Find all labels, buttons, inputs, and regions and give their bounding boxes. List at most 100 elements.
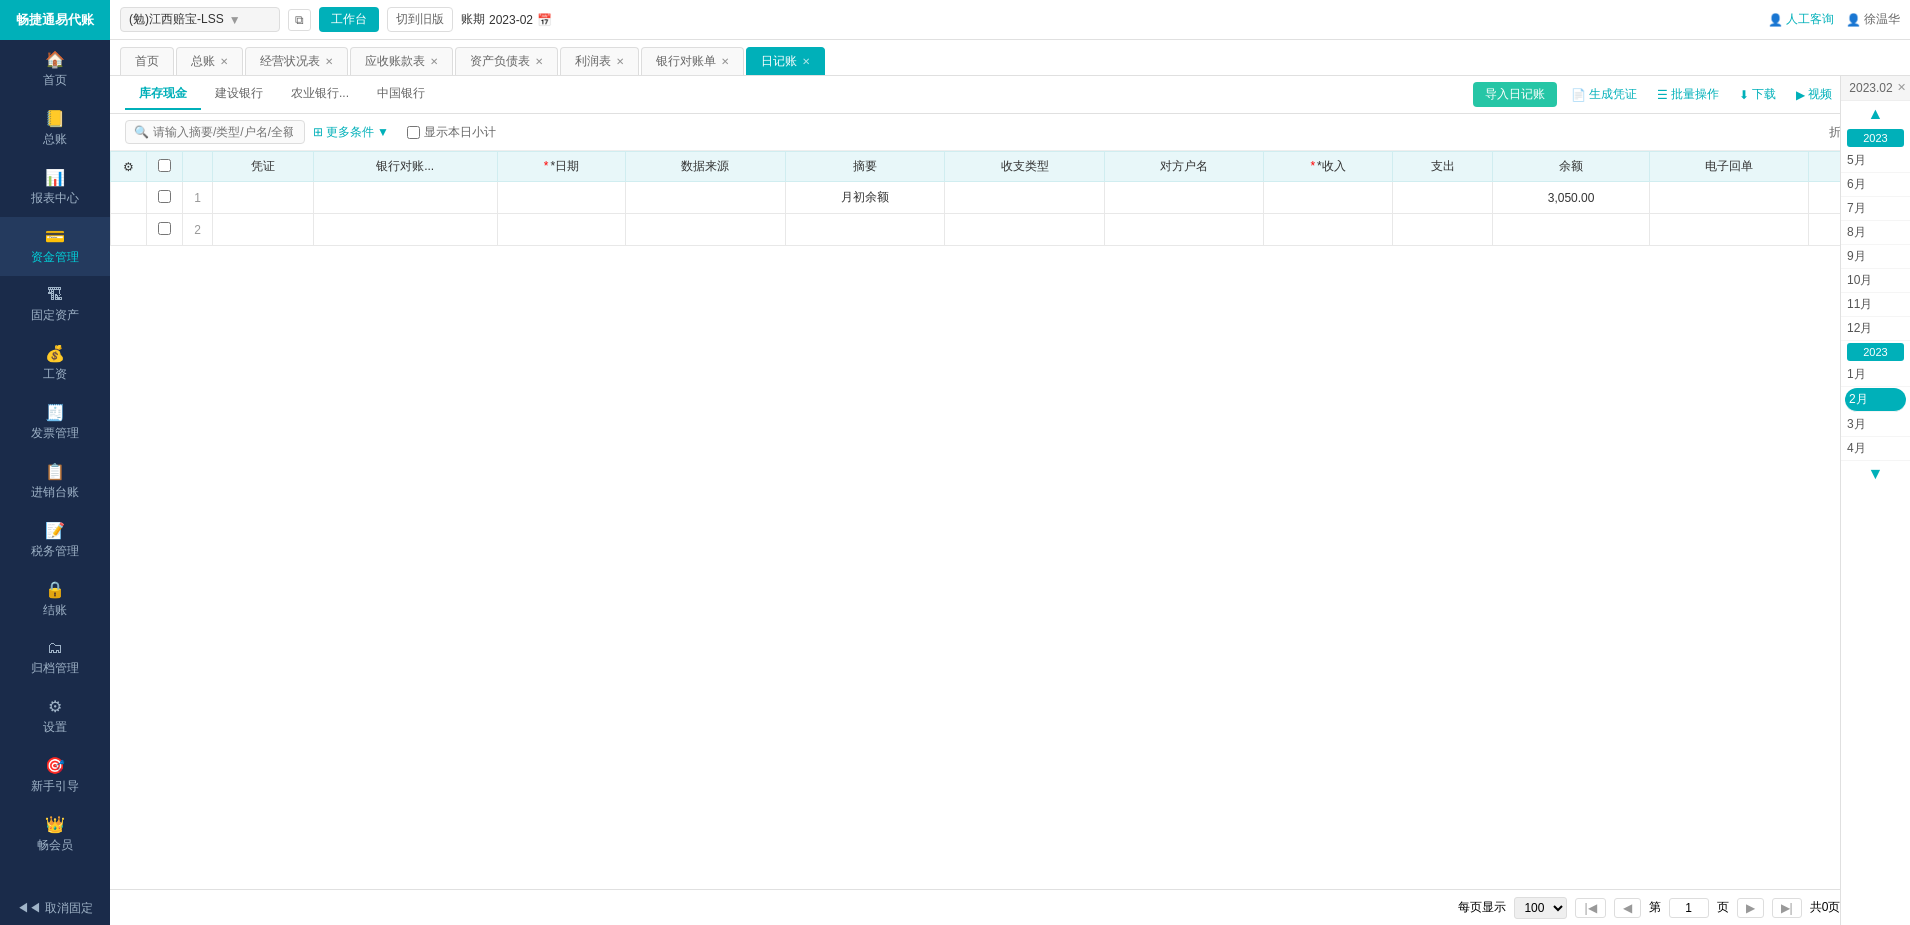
date-month-2-active[interactable]: 2月 xyxy=(1845,388,1906,412)
date-month-1[interactable]: 1月 xyxy=(1841,363,1910,387)
sub-tab-agricultural-bank[interactable]: 农业银行... xyxy=(277,79,363,110)
td-settings-1 xyxy=(111,182,147,214)
sub-tab-china-bank[interactable]: 中国银行 xyxy=(363,79,439,110)
tab-ledger-close[interactable]: ✕ xyxy=(220,56,228,67)
copy-company-button[interactable]: ⧉ xyxy=(288,9,311,31)
tab-assets-liabilities[interactable]: 资产负债表 ✕ xyxy=(455,47,558,75)
date-month-7[interactable]: 7月 xyxy=(1841,197,1910,221)
sidebar-item-invoices[interactable]: 🧾 发票管理 xyxy=(0,393,110,452)
sidebar-item-tax[interactable]: 📝 税务管理 xyxy=(0,511,110,570)
sidebar-item-reports[interactable]: 📊 报表中心 xyxy=(0,158,110,217)
tab-receivable-close[interactable]: ✕ xyxy=(430,56,438,67)
tab-ledger[interactable]: 总账 ✕ xyxy=(176,47,243,75)
tax-icon: 📝 xyxy=(45,521,65,540)
show-daily-checkbox-input[interactable] xyxy=(407,126,420,139)
import-journal-button[interactable]: 导入日记账 xyxy=(1473,82,1557,107)
video-button[interactable]: ▶ 视频 xyxy=(1790,83,1838,106)
date-month-8[interactable]: 8月 xyxy=(1841,221,1910,245)
per-page-select[interactable]: 100 50 200 xyxy=(1514,897,1567,919)
page-input[interactable] xyxy=(1669,898,1709,918)
date-nav-down: ▼ xyxy=(1841,461,1910,487)
old-version-button[interactable]: 切到旧版 xyxy=(387,7,453,32)
sidebar-item-ledger[interactable]: 📒 总账 xyxy=(0,99,110,158)
search-input[interactable] xyxy=(153,125,293,139)
tab-bank-statement-close[interactable]: ✕ xyxy=(721,56,729,67)
user-menu[interactable]: 👤 徐温华 xyxy=(1846,11,1900,28)
tab-bank-statement[interactable]: 银行对账单 ✕ xyxy=(641,47,744,75)
tab-business-status-close[interactable]: ✕ xyxy=(325,56,333,67)
tab-journal-close[interactable]: ✕ xyxy=(802,56,810,67)
select-all-checkbox[interactable] xyxy=(158,159,171,172)
sidebar-item-payroll[interactable]: 💰 工资 xyxy=(0,334,110,393)
sidebar-item-sales-ledger[interactable]: 📋 进销台账 xyxy=(0,452,110,511)
date-month-6[interactable]: 6月 xyxy=(1841,173,1910,197)
show-daily-subtotal-checkbox[interactable]: 显示本日小计 xyxy=(407,124,496,141)
date-month-9[interactable]: 9月 xyxy=(1841,245,1910,269)
sidebar-item-guide[interactable]: 🎯 新手引导 xyxy=(0,746,110,805)
service-button[interactable]: 👤 人工客询 xyxy=(1768,11,1834,28)
td-e-receipt-1 xyxy=(1649,182,1809,214)
sidebar-label-ledger: 总账 xyxy=(43,131,67,148)
download-icon: ⬇ xyxy=(1739,88,1749,102)
tab-journal[interactable]: 日记账 ✕ xyxy=(746,47,825,75)
reports-icon: 📊 xyxy=(45,168,65,187)
sidebar-item-funds[interactable]: 💳 资金管理 xyxy=(0,217,110,276)
sub-tab-cash[interactable]: 库存现金 xyxy=(125,79,201,110)
date-month-11[interactable]: 11月 xyxy=(1841,293,1910,317)
date-month-10[interactable]: 10月 xyxy=(1841,269,1910,293)
row2-checkbox[interactable] xyxy=(158,222,171,235)
sidebar-item-settings[interactable]: ⚙ 设置 xyxy=(0,687,110,746)
tab-journal-label: 日记账 xyxy=(761,53,797,70)
td-checkbox-1[interactable] xyxy=(147,182,183,214)
workbench-button[interactable]: 工作台 xyxy=(319,7,379,32)
td-bank-match-1 xyxy=(313,182,497,214)
date-month-3[interactable]: 3月 xyxy=(1841,413,1910,437)
date-nav-up-button[interactable]: ▲ xyxy=(1868,105,1884,123)
search-input-wrapper[interactable]: 🔍 xyxy=(125,120,305,144)
tab-profit[interactable]: 利润表 ✕ xyxy=(560,47,639,75)
td-checkbox-2[interactable] xyxy=(147,214,183,246)
batch-operation-button[interactable]: ☰ 批量操作 xyxy=(1651,83,1725,106)
date-month-5[interactable]: 5月 xyxy=(1841,149,1910,173)
sidebar-item-close[interactable]: 🔒 结账 xyxy=(0,570,110,629)
sidebar-item-home[interactable]: 🏠 首页 xyxy=(0,40,110,99)
next-page-button[interactable]: ▶ xyxy=(1737,898,1764,918)
sidebar-item-archive[interactable]: 🗂 归档管理 xyxy=(0,629,110,687)
download-label: 下载 xyxy=(1752,86,1776,103)
td-data-source-2 xyxy=(626,214,786,246)
row1-checkbox[interactable] xyxy=(158,190,171,203)
page-label: 第 xyxy=(1649,899,1661,916)
tab-assets-liabilities-close[interactable]: ✕ xyxy=(535,56,543,67)
sub-tab-construction-bank[interactable]: 建设银行 xyxy=(201,79,277,110)
tab-profit-close[interactable]: ✕ xyxy=(616,56,624,67)
sidebar-label-tax: 税务管理 xyxy=(31,543,79,560)
td-summary-2 xyxy=(785,214,945,246)
td-income-1 xyxy=(1264,182,1392,214)
sidebar-label-sales-ledger: 进销台账 xyxy=(31,484,79,501)
more-conditions-button[interactable]: ⊞ 更多条件 ▼ xyxy=(313,124,389,141)
date-panel-close-button[interactable]: ✕ xyxy=(1897,81,1906,94)
first-page-button[interactable]: |◀ xyxy=(1575,898,1605,918)
pin-toggle[interactable]: ◀◀ 取消固定 xyxy=(0,892,110,925)
tab-receivable[interactable]: 应收账款表 ✕ xyxy=(350,47,453,75)
sidebar-item-fixed-assets[interactable]: 🏗 固定资产 xyxy=(0,276,110,334)
tab-home[interactable]: 首页 xyxy=(120,47,174,75)
last-page-button[interactable]: ▶| xyxy=(1772,898,1802,918)
prev-page-button[interactable]: ◀ xyxy=(1614,898,1641,918)
date-month-12[interactable]: 12月 xyxy=(1841,317,1910,341)
tab-business-status[interactable]: 经营状况表 ✕ xyxy=(245,47,348,75)
generate-voucher-button[interactable]: 📄 生成凭证 xyxy=(1565,83,1643,106)
date-nav-down-button[interactable]: ▼ xyxy=(1868,465,1884,483)
sidebar-label-archive: 归档管理 xyxy=(31,660,79,677)
table-row: 2 xyxy=(111,214,1910,246)
company-selector[interactable]: (勉)江西赔宝-LSS ▼ xyxy=(120,7,280,32)
tab-business-status-label: 经营状况表 xyxy=(260,53,320,70)
tab-bar: 首页 总账 ✕ 经营状况表 ✕ 应收账款表 ✕ 资产负债表 ✕ 利润表 ✕ 银行… xyxy=(110,40,1910,76)
year-2023-second-badge: 2023 xyxy=(1847,343,1904,361)
th-settings[interactable]: ⚙ xyxy=(111,152,147,182)
download-button[interactable]: ⬇ 下载 xyxy=(1733,83,1782,106)
sidebar-item-vip[interactable]: 👑 畅会员 xyxy=(0,805,110,864)
date-month-4[interactable]: 4月 xyxy=(1841,437,1910,461)
period-calendar-icon[interactable]: 📅 xyxy=(537,13,552,27)
th-checkbox[interactable] xyxy=(147,152,183,182)
